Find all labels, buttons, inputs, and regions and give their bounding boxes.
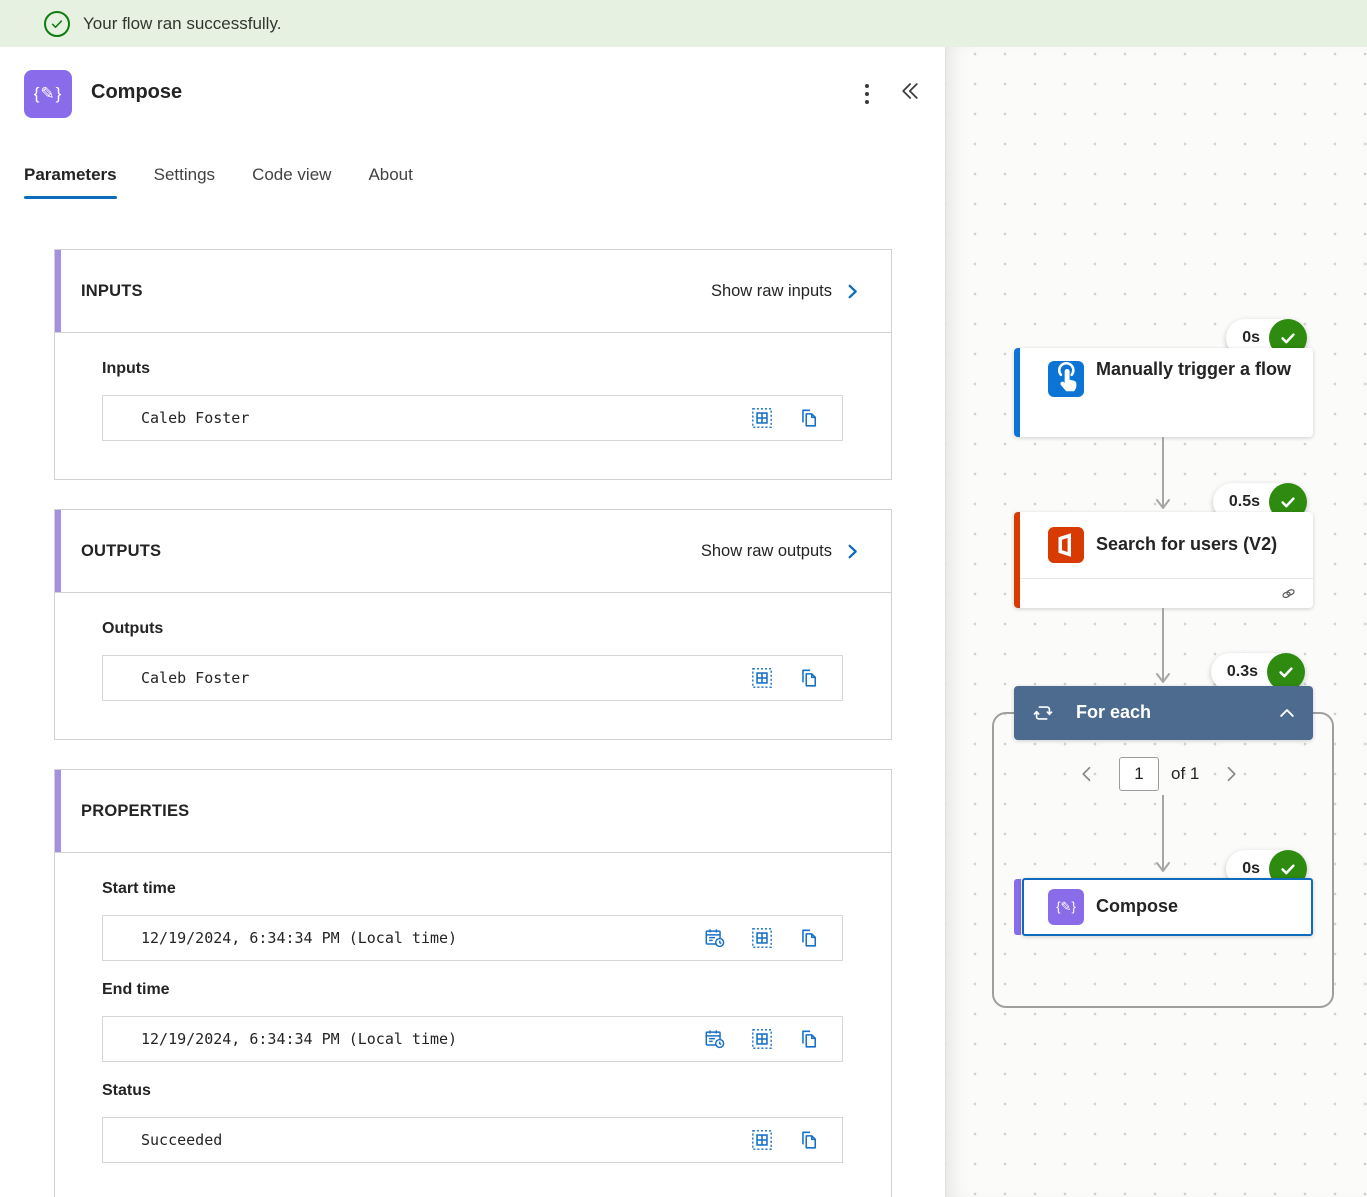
chevron-right-icon [844,283,861,300]
compose-icon: {✎} [1048,889,1084,925]
node-search-for-users[interactable]: Search for users (V2) [1014,512,1313,608]
banner-message: Your flow ran successfully. [83,14,281,34]
status-field: Succeeded [102,1117,843,1163]
tab-bar: Parameters Settings Code view About [0,165,945,199]
node-for-each[interactable]: For each [1014,686,1313,740]
outputs-field-label: Outputs [102,620,843,638]
connector-arrow [1155,608,1171,684]
tab-settings[interactable]: Settings [154,165,215,199]
show-raw-outputs-link[interactable]: Show raw outputs [701,542,861,561]
compose-icon: {✎} [24,70,72,118]
inputs-section-title: INPUTS [81,282,143,301]
table-view-icon[interactable] [751,927,773,949]
copy-icon[interactable] [798,1028,820,1050]
page-count-label: of 1 [1171,764,1199,784]
link-icon[interactable] [1280,585,1297,602]
status-label: Status [102,1082,843,1100]
datetime-icon[interactable] [704,1028,726,1050]
section-accent-bar [55,510,61,592]
table-view-icon[interactable] [751,407,773,429]
start-time-field: 12/19/2024, 6:34:34 PM (Local time) [102,915,843,961]
tab-parameters[interactable]: Parameters [24,165,117,199]
connector-arrow [1155,437,1171,510]
copy-icon[interactable] [798,667,820,689]
copy-icon[interactable] [798,1129,820,1151]
node-compose-selected[interactable]: {✎} Compose [1014,878,1313,936]
outputs-section-title: OUTPUTS [81,542,161,561]
loop-icon [1032,702,1054,724]
outputs-field: Caleb Foster [102,655,843,701]
datetime-icon[interactable] [704,927,726,949]
start-time-label: Start time [102,880,843,898]
panel-title: Compose [91,81,182,104]
copy-icon[interactable] [798,927,820,949]
action-details-panel: {✎} Compose Parameters Settings Code vie… [0,47,946,1197]
table-view-icon[interactable] [751,667,773,689]
success-check-icon [44,11,70,37]
office-365-icon [1048,527,1084,563]
success-banner: Your flow ran successfully. [0,0,1367,47]
panel-header: {✎} Compose [0,47,945,118]
inputs-field-label: Inputs [102,360,843,378]
table-view-icon[interactable] [751,1028,773,1050]
foreach-pagination: of 1 [1077,757,1241,791]
tab-about[interactable]: About [368,165,412,199]
copy-icon[interactable] [798,407,820,429]
tab-code-view[interactable]: Code view [252,165,331,199]
table-view-icon[interactable] [751,1129,773,1151]
previous-page-icon[interactable] [1077,764,1097,784]
manual-trigger-icon [1048,361,1084,397]
next-page-icon[interactable] [1221,764,1241,784]
collapse-scope-icon[interactable] [1277,703,1297,723]
section-accent-bar [55,250,61,332]
end-time-field: 12/19/2024, 6:34:34 PM (Local time) [102,1016,843,1062]
properties-section: PROPERTIES Start time 12/19/2024, 6:34:3… [54,769,892,1197]
page-number-input[interactable] [1119,757,1159,791]
connector-arrow [1155,795,1171,873]
end-time-label: End time [102,981,843,999]
chevron-right-icon [844,543,861,560]
flow-canvas[interactable]: 0s Manually trigger a flow 0.5s [946,47,1367,1197]
section-accent-bar [55,770,61,852]
collapse-panel-icon[interactable] [897,79,921,108]
outputs-section: OUTPUTS Show raw outputs Outputs Caleb F… [54,509,892,740]
show-raw-inputs-link[interactable]: Show raw inputs [711,282,861,301]
inputs-section: INPUTS Show raw inputs Inputs Caleb Fost… [54,249,892,480]
properties-section-title: PROPERTIES [81,802,189,821]
inputs-field: Caleb Foster [102,395,843,441]
node-manually-trigger-a-flow[interactable]: Manually trigger a flow [1014,348,1313,437]
more-options-icon[interactable] [861,80,873,108]
